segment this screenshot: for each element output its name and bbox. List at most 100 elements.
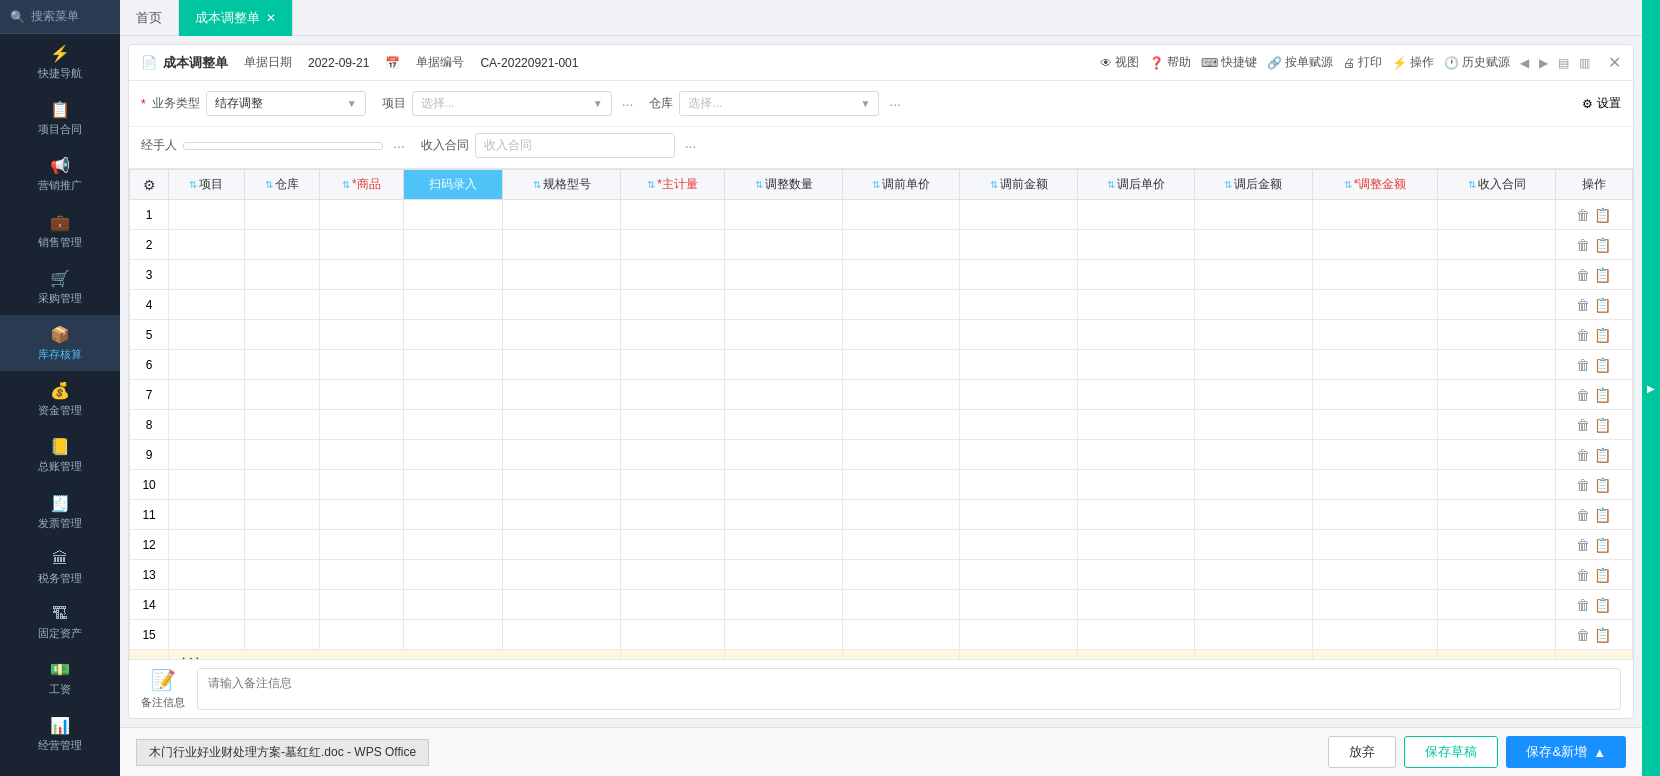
table-cell[interactable] xyxy=(403,350,503,380)
table-cell[interactable] xyxy=(319,560,403,590)
nav-next-icon[interactable]: ▶ xyxy=(1539,56,1548,70)
table-cell[interactable] xyxy=(244,350,319,380)
handler-more-btn[interactable]: ··· xyxy=(393,138,405,154)
table-cell[interactable] xyxy=(1312,440,1438,470)
copy-row-icon[interactable]: 📋 xyxy=(1594,567,1611,583)
delete-row-icon[interactable]: 🗑 xyxy=(1576,387,1590,403)
table-cell[interactable] xyxy=(1195,290,1312,320)
table-cell[interactable] xyxy=(169,200,244,230)
table-cell[interactable] xyxy=(1195,470,1312,500)
table-cell[interactable] xyxy=(1077,200,1194,230)
table-cell[interactable] xyxy=(1195,350,1312,380)
table-cell[interactable] xyxy=(960,590,1077,620)
table-cell[interactable] xyxy=(960,350,1077,380)
table-cell[interactable] xyxy=(842,500,959,530)
table-cell[interactable] xyxy=(842,560,959,590)
copy-row-icon[interactable]: 📋 xyxy=(1594,477,1611,493)
handler-input[interactable] xyxy=(183,142,383,150)
sidebar-item-ops-mgmt[interactable]: 📊 经营管理 xyxy=(0,706,120,762)
table-cell[interactable] xyxy=(319,470,403,500)
table-cell[interactable] xyxy=(244,410,319,440)
calendar-icon[interactable]: 📅 xyxy=(385,56,400,70)
th-warehouse[interactable]: ⇅仓库 xyxy=(244,170,319,200)
table-cell[interactable] xyxy=(169,500,244,530)
table-cell[interactable] xyxy=(1195,200,1312,230)
delete-row-icon[interactable]: 🗑 xyxy=(1576,417,1590,433)
layout-icon1[interactable]: ▤ xyxy=(1558,56,1569,70)
table-cell[interactable] xyxy=(620,440,725,470)
table-cell[interactable] xyxy=(725,230,842,260)
copy-row-icon[interactable]: 📋 xyxy=(1594,507,1611,523)
table-cell[interactable] xyxy=(1438,620,1555,650)
th-post-price[interactable]: ⇅调后单价 xyxy=(1077,170,1194,200)
table-cell[interactable] xyxy=(244,290,319,320)
table-cell[interactable] xyxy=(1077,410,1194,440)
table-cell[interactable] xyxy=(1077,290,1194,320)
table-cell[interactable] xyxy=(169,230,244,260)
table-cell[interactable] xyxy=(503,590,620,620)
table-cell[interactable] xyxy=(725,530,842,560)
table-cell[interactable] xyxy=(1438,260,1555,290)
copy-row-icon[interactable]: 📋 xyxy=(1594,297,1611,313)
th-goods[interactable]: ⇅*商品 xyxy=(319,170,403,200)
copy-row-icon[interactable]: 📋 xyxy=(1594,597,1611,613)
sidebar-search[interactable]: 🔍 搜索菜单 xyxy=(0,0,120,34)
sidebar-item-tax-mgmt[interactable]: 🏛 税务管理 xyxy=(0,540,120,595)
th-pre-amount[interactable]: ⇅调前金额 xyxy=(960,170,1077,200)
table-cell[interactable] xyxy=(503,350,620,380)
table-cell[interactable] xyxy=(1195,230,1312,260)
copy-row-icon[interactable]: 📋 xyxy=(1594,357,1611,373)
copy-row-icon[interactable]: 📋 xyxy=(1594,207,1611,223)
delete-row-icon[interactable]: 🗑 xyxy=(1576,537,1590,553)
table-cell[interactable] xyxy=(403,530,503,560)
table-cell[interactable] xyxy=(1077,530,1194,560)
table-cell[interactable] xyxy=(725,290,842,320)
sidebar-item-purchase-mgmt[interactable]: 🛒 采购管理 xyxy=(0,259,120,315)
history-btn[interactable]: 🕐 历史赋源 xyxy=(1444,54,1510,71)
copy-row-icon[interactable]: 📋 xyxy=(1594,417,1611,433)
delete-row-icon[interactable]: 🗑 xyxy=(1576,507,1590,523)
table-cell[interactable] xyxy=(960,320,1077,350)
table-cell[interactable] xyxy=(725,350,842,380)
table-cell[interactable] xyxy=(244,620,319,650)
table-cell[interactable] xyxy=(842,380,959,410)
sidebar-item-sales-mgmt[interactable]: 💼 销售管理 xyxy=(0,203,120,259)
table-cell[interactable] xyxy=(244,470,319,500)
table-cell[interactable] xyxy=(319,620,403,650)
table-cell[interactable] xyxy=(842,620,959,650)
table-cell[interactable] xyxy=(503,410,620,440)
table-cell[interactable] xyxy=(503,440,620,470)
delete-row-icon[interactable]: 🗑 xyxy=(1576,267,1590,283)
table-cell[interactable] xyxy=(620,500,725,530)
table-cell[interactable] xyxy=(1438,350,1555,380)
table-cell[interactable] xyxy=(1077,230,1194,260)
table-cell[interactable] xyxy=(403,260,503,290)
table-cell[interactable] xyxy=(1438,530,1555,560)
table-cell[interactable] xyxy=(842,200,959,230)
table-cell[interactable] xyxy=(169,380,244,410)
table-cell[interactable] xyxy=(403,380,503,410)
table-cell[interactable] xyxy=(503,500,620,530)
table-cell[interactable] xyxy=(169,410,244,440)
table-cell[interactable] xyxy=(403,620,503,650)
th-post-amount[interactable]: ⇅调后金额 xyxy=(1195,170,1312,200)
table-cell[interactable] xyxy=(725,410,842,440)
table-cell[interactable] xyxy=(725,470,842,500)
table-cell[interactable] xyxy=(1312,350,1438,380)
table-cell[interactable] xyxy=(620,560,725,590)
sidebar-item-project-contract[interactable]: 📋 项目合同 xyxy=(0,90,120,146)
copy-row-icon[interactable]: 📋 xyxy=(1594,627,1611,643)
table-cell[interactable] xyxy=(503,530,620,560)
table-cell[interactable] xyxy=(960,560,1077,590)
table-cell[interactable] xyxy=(620,530,725,560)
table-cell[interactable] xyxy=(1312,260,1438,290)
table-cell[interactable] xyxy=(960,200,1077,230)
th-unit[interactable]: ⇅*主计量 xyxy=(620,170,725,200)
biz-type-select[interactable]: 结存调整 ▼ xyxy=(206,91,366,116)
sidebar-item-ledger-mgmt[interactable]: 📒 总账管理 xyxy=(0,427,120,483)
table-cell[interactable] xyxy=(1312,590,1438,620)
table-cell[interactable] xyxy=(403,290,503,320)
delete-row-icon[interactable]: 🗑 xyxy=(1576,327,1590,343)
table-cell[interactable] xyxy=(842,590,959,620)
table-cell[interactable] xyxy=(1438,470,1555,500)
